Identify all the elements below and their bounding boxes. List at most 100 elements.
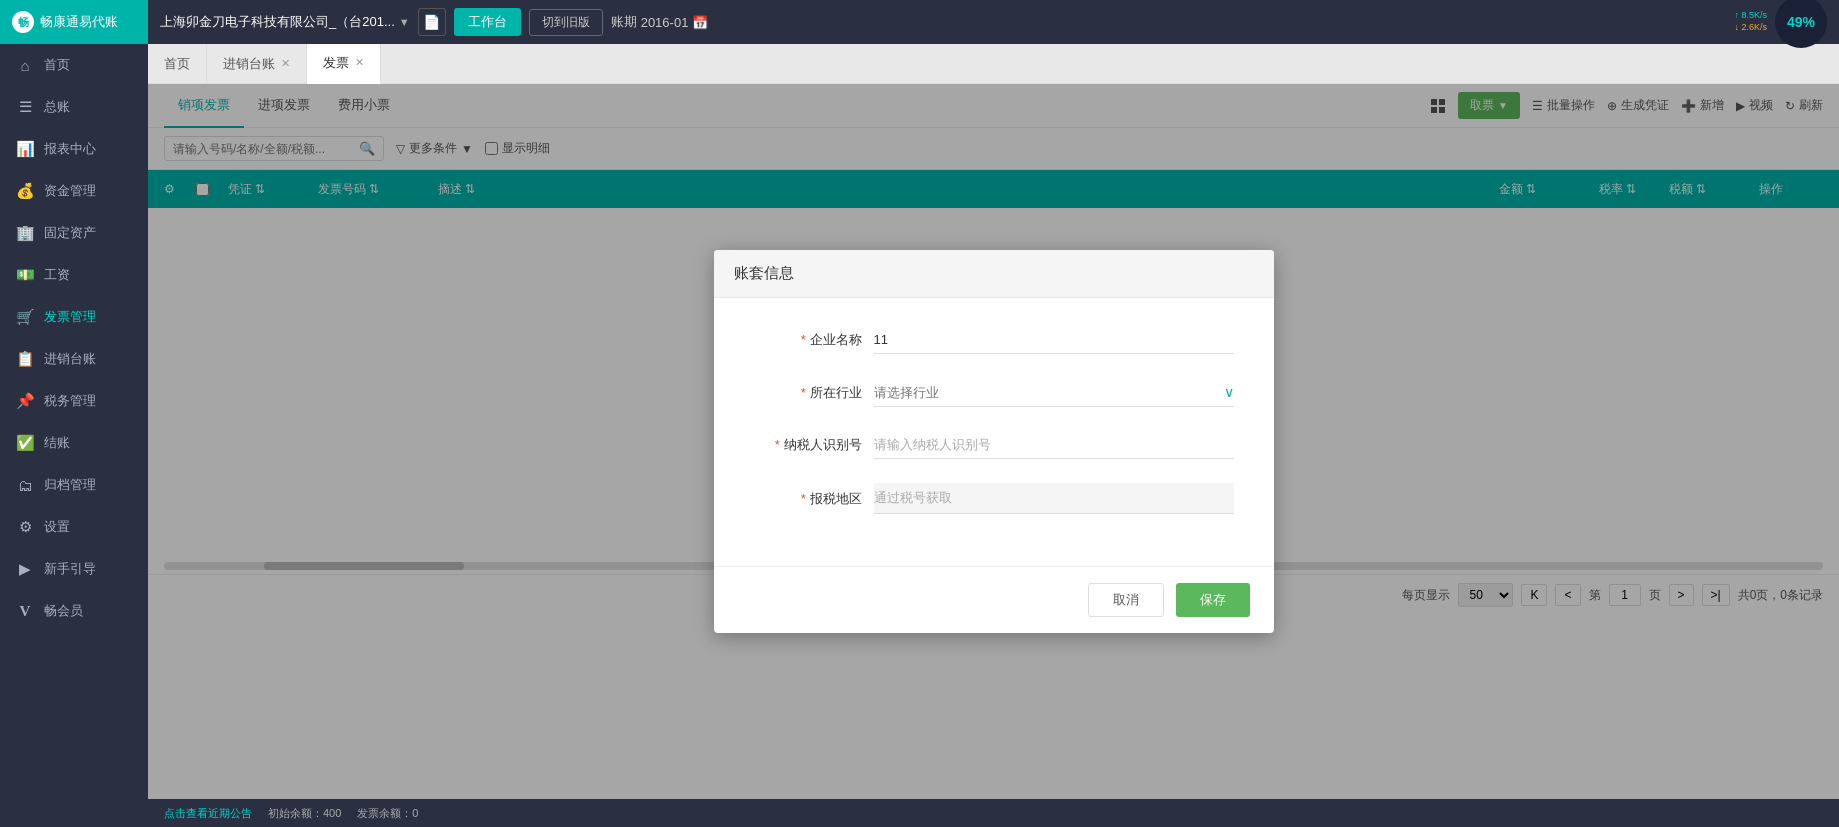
invoice-icon: 🛒 [16,308,34,326]
cancel-button[interactable]: 取消 [1088,583,1164,617]
company-selector[interactable]: 上海卯金刀电子科技有限公司_（台201... ▼ [160,13,410,31]
sidebar-item-label: 报表中心 [44,140,96,158]
initial-balance-text: 初始余额：400 [268,806,341,821]
speed-down: ↓ 2.6K/s [1734,22,1767,34]
sidebar-item-label: 总账 [44,98,70,116]
speed-up: ↑ 8.5K/s [1734,10,1767,22]
bottom-bar: 点击查看近期公告 初始余额：400 发票余额：0 [148,799,1839,827]
tax-region-label: * 报税地区 [754,490,874,508]
topbar: 上海卯金刀电子科技有限公司_（台201... ▼ 📄 工作台 切到旧版 账期 2… [148,0,1839,44]
dialog-body: * 企业名称 * 所在行业 ∨ [714,298,1274,566]
sidebar-item-settings[interactable]: ⚙ 设置 [0,506,148,548]
period-display: 账期 2016-01 📅 [611,13,709,31]
sidebar-item-guide[interactable]: ▶ 新手引导 [0,548,148,590]
sidebar-item-invoice[interactable]: 🛒 发票管理 [0,296,148,338]
salary-icon: 💵 [16,266,34,284]
sidebar-item-checkout[interactable]: ✅ 结账 [0,422,148,464]
home-icon: ⌂ [16,57,34,74]
tax-region-required: * [801,491,806,506]
tab-purchase-sales-close-icon[interactable]: ✕ [281,57,290,70]
fixed-assets-icon: 🏢 [16,224,34,242]
tab-home[interactable]: 首页 [148,44,207,84]
company-arrow-icon: ▼ [399,16,410,28]
industry-select-input[interactable] [874,385,1224,400]
logo-icon: 畅 [12,11,34,33]
sidebar-item-label: 畅会员 [44,602,83,620]
tabs-bar: 首页 进销台账 ✕ 发票 ✕ [148,44,1839,84]
tax-region-readonly: 通过税号获取 [874,483,1234,514]
announcement-link[interactable]: 点击查看近期公告 [164,806,252,821]
tax-id-input[interactable] [874,431,1234,459]
sidebar-item-archive[interactable]: 🗂 归档管理 [0,464,148,506]
sidebar-item-label: 发票管理 [44,308,96,326]
sidebar-item-tax[interactable]: 📌 税务管理 [0,380,148,422]
tab-home-label: 首页 [164,55,190,73]
main-area: 上海卯金刀电子科技有限公司_（台201... ▼ 📄 工作台 切到旧版 账期 2… [148,0,1839,827]
tab-purchase-sales[interactable]: 进销台账 ✕ [207,44,307,84]
sidebar-item-salary[interactable]: 💵 工资 [0,254,148,296]
period-value: 2016-01 [641,15,689,30]
tax-id-row: * 纳税人识别号 [754,431,1234,459]
document-icon[interactable]: 📄 [418,8,446,36]
speed-indicator: 49% [1775,0,1827,48]
industry-required: * [801,385,806,400]
calendar-icon[interactable]: 📅 [692,15,708,30]
dialog-title: 账套信息 [714,250,1274,298]
tax-region-row: * 报税地区 通过税号获取 [754,483,1234,514]
industry-select-wrapper[interactable]: ∨ [874,378,1234,407]
topbar-right: ↑ 8.5K/s ↓ 2.6K/s 49% [1734,0,1827,48]
sidebar-item-ledger[interactable]: ☰ 总账 [0,86,148,128]
company-name-label: * 企业名称 [754,331,874,349]
sidebar-item-label: 设置 [44,518,70,536]
company-name-row: * 企业名称 [754,326,1234,354]
dialog-footer: 取消 保存 [714,566,1274,633]
sidebar-item-home[interactable]: ⌂ 首页 [0,44,148,86]
app-logo: 畅 畅康通易代账 [0,0,148,44]
sidebar-item-label: 工资 [44,266,70,284]
settings-icon: ⚙ [16,518,34,536]
sidebar-item-funds[interactable]: 💰 资金管理 [0,170,148,212]
archive-icon: 🗂 [16,477,34,494]
ledger-icon: ☰ [16,98,34,116]
speed-percent: 49% [1787,14,1815,30]
vip-icon: V [16,603,34,620]
industry-row: * 所在行业 ∨ [754,378,1234,407]
sidebar-item-fixed-assets[interactable]: 🏢 固定资产 [0,212,148,254]
tax-id-required: * [775,437,780,452]
tab-invoice-close-icon[interactable]: ✕ [355,56,364,69]
tab-purchase-sales-label: 进销台账 [223,55,275,73]
period-label: 账期 [611,13,637,31]
sidebar-item-label: 结账 [44,434,70,452]
company-name: 上海卯金刀电子科技有限公司_（台201... [160,13,395,31]
sidebar: 畅 畅康通易代账 ⌂ 首页 ☰ 总账 📊 报表中心 💰 资金管理 🏢 固定资产 … [0,0,148,827]
invoice-balance-text: 发票余额：0 [357,806,418,821]
funds-icon: 💰 [16,182,34,200]
old-version-button[interactable]: 切到旧版 [529,9,603,36]
tab-invoice[interactable]: 发票 ✕ [307,44,381,84]
sidebar-item-label: 新手引导 [44,560,96,578]
checkout-icon: ✅ [16,434,34,452]
company-name-input[interactable] [874,326,1234,354]
sidebar-item-label: 税务管理 [44,392,96,410]
company-name-required: * [801,332,806,347]
reports-icon: 📊 [16,140,34,158]
sidebar-item-label: 资金管理 [44,182,96,200]
workspace-button[interactable]: 工作台 [454,8,521,36]
sidebar-item-reports[interactable]: 📊 报表中心 [0,128,148,170]
sidebar-item-label: 进销台账 [44,350,96,368]
purchase-sales-icon: 📋 [16,350,34,368]
tax-icon: 📌 [16,392,34,410]
account-info-dialog: 账套信息 * 企业名称 * 所在行业 [714,250,1274,633]
content-area: 销项发票 进项发票 费用小票 取票 ▼ ☰ 批量操作 [148,84,1839,799]
sidebar-item-purchase-sales[interactable]: 📋 进销台账 [0,338,148,380]
sidebar-item-vip[interactable]: V 畅会员 [0,590,148,632]
tax-id-label: * 纳税人识别号 [754,436,874,454]
industry-label: * 所在行业 [754,384,874,402]
industry-dropdown-icon[interactable]: ∨ [1224,384,1234,400]
dialog-overlay: 账套信息 * 企业名称 * 所在行业 [148,84,1839,799]
speed-info: ↑ 8.5K/s ↓ 2.6K/s [1734,10,1767,33]
save-button[interactable]: 保存 [1176,583,1250,617]
sidebar-item-label: 固定资产 [44,224,96,242]
app-name: 畅康通易代账 [40,13,118,31]
sidebar-item-label: 首页 [44,56,70,74]
